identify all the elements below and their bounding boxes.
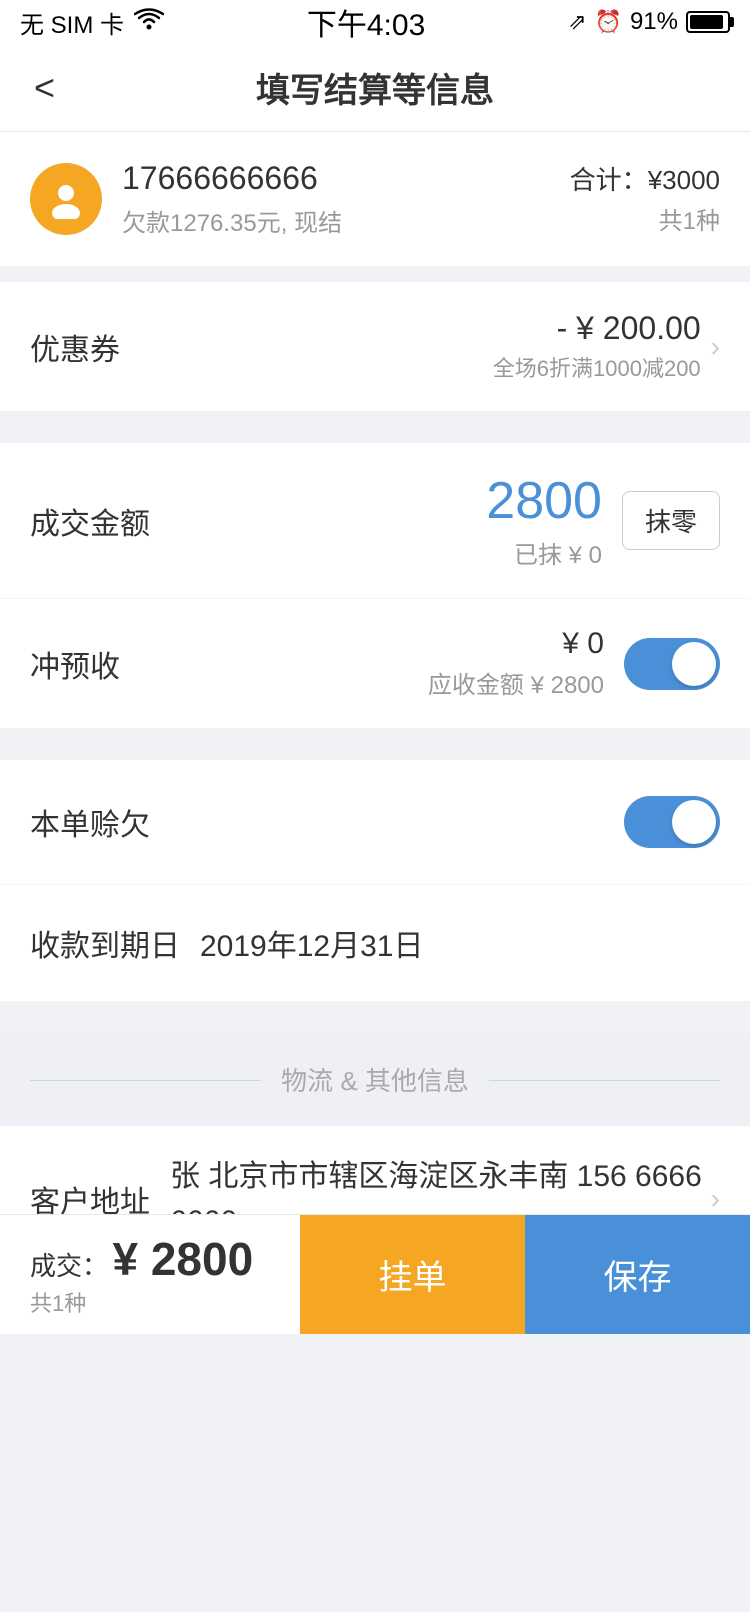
status-left: 无 SIM 卡 — [20, 5, 164, 40]
debt-label: 本单赊欠 — [30, 800, 150, 844]
prepay-amount: ¥ 0 — [428, 627, 604, 661]
bottom-actions: 挂单 保存 — [300, 1215, 750, 1334]
carrier-text: 无 SIM 卡 — [20, 5, 124, 40]
bottom-count: 共1种 — [30, 1286, 270, 1318]
section-divider-1 — [0, 427, 750, 443]
amount-section: 成交金额 2800 已抹 ¥ 0 抹零 冲预收 ¥ 0 应收金额 ¥ 2800 — [0, 443, 750, 728]
section-divider-2 — [0, 728, 750, 744]
prepay-row: 冲预收 ¥ 0 应收金额 ¥ 2800 — [0, 599, 750, 728]
content-area: 17666666666 欠款1276.35元, 现结 合计：¥3000 共1种 … — [0, 132, 750, 1612]
bottom-deal-amount: ¥ 2800 — [112, 1233, 253, 1285]
amount-right-block: 2800 已抹 ¥ 0 — [486, 471, 602, 570]
amount-label: 成交金额 — [30, 499, 150, 543]
logistics-section-label: 物流 & 其他信息 — [261, 1061, 489, 1098]
debt-toggle[interactable] — [624, 796, 720, 848]
bottom-deal-row: 成交： ¥ 2800 — [30, 1232, 270, 1286]
customer-card: 17666666666 欠款1276.35元, 现结 合计：¥3000 共1种 — [0, 132, 750, 266]
save-button[interactable]: 保存 — [525, 1215, 750, 1334]
customer-total: 合计：¥3000 — [570, 160, 720, 197]
customer-left: 17666666666 欠款1276.35元, 现结 — [30, 160, 342, 238]
customer-debt: 欠款1276.35元, 现结 — [122, 203, 342, 238]
debt-row: 本单赊欠 — [0, 760, 750, 885]
bottom-deal-label: 成交： — [30, 1251, 108, 1281]
battery-percentage: 91% — [630, 8, 678, 36]
coupon-discount: - ¥ 200.00 — [493, 310, 701, 347]
amount-sub: 已抹 ¥ 0 — [514, 535, 602, 570]
customer-right: 合计：¥3000 共1种 — [570, 160, 720, 236]
coupon-chevron-icon: › — [711, 331, 720, 363]
alarm-icon: ⏰ — [595, 9, 622, 35]
battery-icon — [686, 11, 730, 33]
logistics-section: 物流 & 其他信息 — [0, 1033, 750, 1126]
status-right: ⇗ ⏰ 91% — [568, 8, 730, 36]
coupon-description: 全场6折满1000减200 — [493, 351, 701, 383]
status-bar: 无 SIM 卡 下午4:03 ⇗ ⏰ 91% — [0, 0, 750, 44]
prepay-right: ¥ 0 应收金额 ¥ 2800 — [428, 627, 720, 700]
coupon-right: - ¥ 200.00 全场6折满1000减200 › — [493, 310, 720, 383]
customer-phone: 17666666666 — [122, 160, 342, 197]
battery-fill — [690, 15, 723, 29]
customer-total-label: 合计： — [570, 165, 648, 195]
page-title: 填写结算等信息 — [256, 63, 494, 112]
amount-value: 2800 — [486, 471, 602, 531]
address-chevron-icon: › — [711, 1183, 720, 1215]
round-button[interactable]: 抹零 — [622, 491, 720, 550]
customer-total-amount: ¥3000 — [648, 165, 720, 195]
coupon-right-text: - ¥ 200.00 全场6折满1000减200 — [493, 310, 701, 383]
amount-row: 成交金额 2800 已抹 ¥ 0 抹零 — [0, 443, 750, 599]
prepay-amount-block: ¥ 0 应收金额 ¥ 2800 — [428, 627, 604, 700]
bottom-bar: 成交： ¥ 2800 共1种 挂单 保存 — [0, 1214, 750, 1334]
avatar — [30, 163, 102, 235]
prepay-sub: 应收金额 ¥ 2800 — [428, 665, 604, 700]
bottom-info: 成交： ¥ 2800 共1种 — [0, 1232, 300, 1318]
nav-bar: < 填写结算等信息 — [0, 44, 750, 132]
hang-button[interactable]: 挂单 — [300, 1215, 525, 1334]
due-row: 收款到期日 2019年12月31日 — [0, 885, 750, 1001]
section-divider-3 — [0, 1001, 750, 1017]
debt-toggle-knob — [672, 800, 716, 844]
logistics-divider: 物流 & 其他信息 — [0, 1033, 750, 1126]
coupon-label: 优惠券 — [30, 325, 120, 369]
customer-info: 17666666666 欠款1276.35元, 现结 — [122, 160, 342, 238]
prepay-toggle[interactable] — [624, 638, 720, 690]
customer-count: 共1种 — [570, 201, 720, 236]
due-label: 收款到期日 — [30, 921, 180, 965]
prepay-toggle-knob — [672, 642, 716, 686]
status-time: 下午4:03 — [307, 0, 425, 44]
prepay-label: 冲预收 — [30, 642, 120, 686]
coupon-row[interactable]: 优惠券 - ¥ 200.00 全场6折满1000减200 › — [0, 282, 750, 411]
location-icon: ⇗ — [568, 9, 586, 35]
amount-right: 2800 已抹 ¥ 0 抹零 — [486, 471, 720, 570]
debt-section: 本单赊欠 收款到期日 2019年12月31日 — [0, 760, 750, 1001]
wifi-icon — [134, 8, 164, 37]
due-value: 2019年12月31日 — [200, 921, 423, 965]
back-button[interactable]: < — [24, 57, 65, 119]
